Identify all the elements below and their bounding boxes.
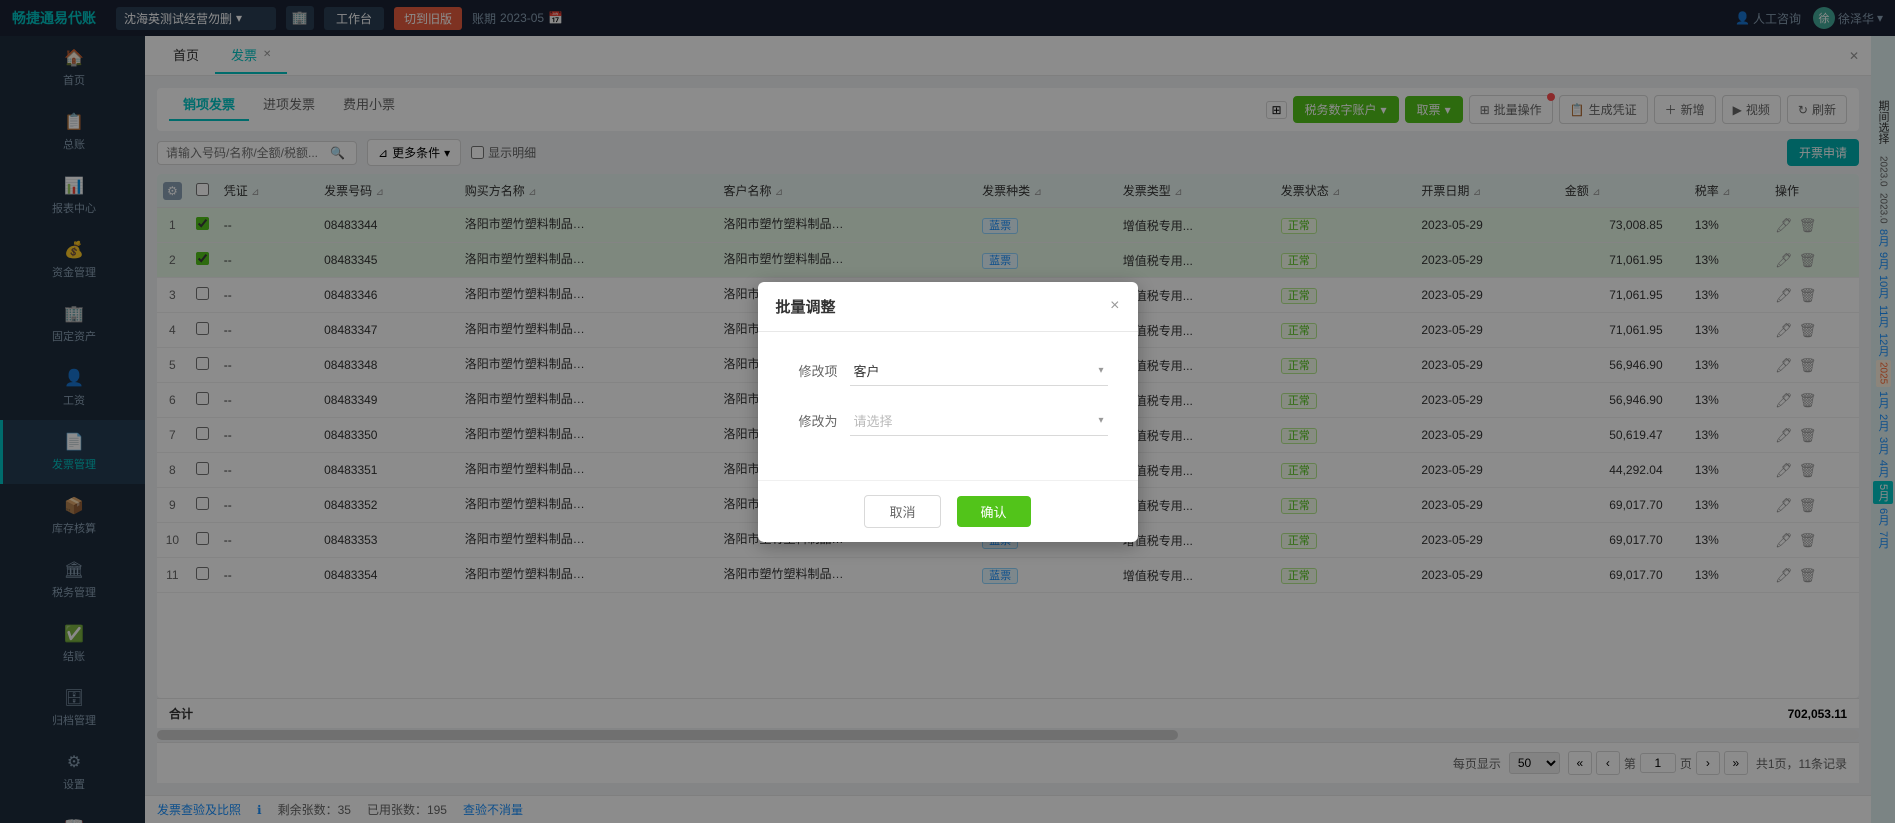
modify-to-label: 修改为 — [788, 411, 838, 430]
modify-to-select[interactable]: 请选择 ▾ — [850, 406, 1108, 436]
modify-field-label: 修改项 — [788, 361, 838, 380]
confirm-button[interactable]: 确认 — [957, 496, 1031, 527]
modify-field-select[interactable]: 客户 ▾ — [850, 356, 1108, 386]
modal-body: 修改项 客户 ▾ 修改为 请选择 ▾ — [758, 332, 1138, 480]
modal-footer: 取消 确认 — [758, 480, 1138, 542]
batch-adjust-modal: 批量调整 × 修改项 客户 ▾ 修改为 请选择 ▾ 取消 确认 — [758, 282, 1138, 542]
modal-header: 批量调整 × — [758, 282, 1138, 332]
chevron-down-icon: ▾ — [1098, 415, 1103, 426]
cancel-button[interactable]: 取消 — [864, 495, 940, 528]
modify-field-row: 修改项 客户 ▾ — [788, 356, 1108, 386]
chevron-down-icon: ▾ — [1098, 365, 1103, 376]
modal-overlay[interactable]: 批量调整 × 修改项 客户 ▾ 修改为 请选择 ▾ 取消 确认 — [0, 0, 1895, 823]
modal-close-button[interactable]: × — [1110, 297, 1119, 315]
modal-title: 批量调整 — [776, 296, 836, 317]
modify-to-row: 修改为 请选择 ▾ — [788, 406, 1108, 436]
